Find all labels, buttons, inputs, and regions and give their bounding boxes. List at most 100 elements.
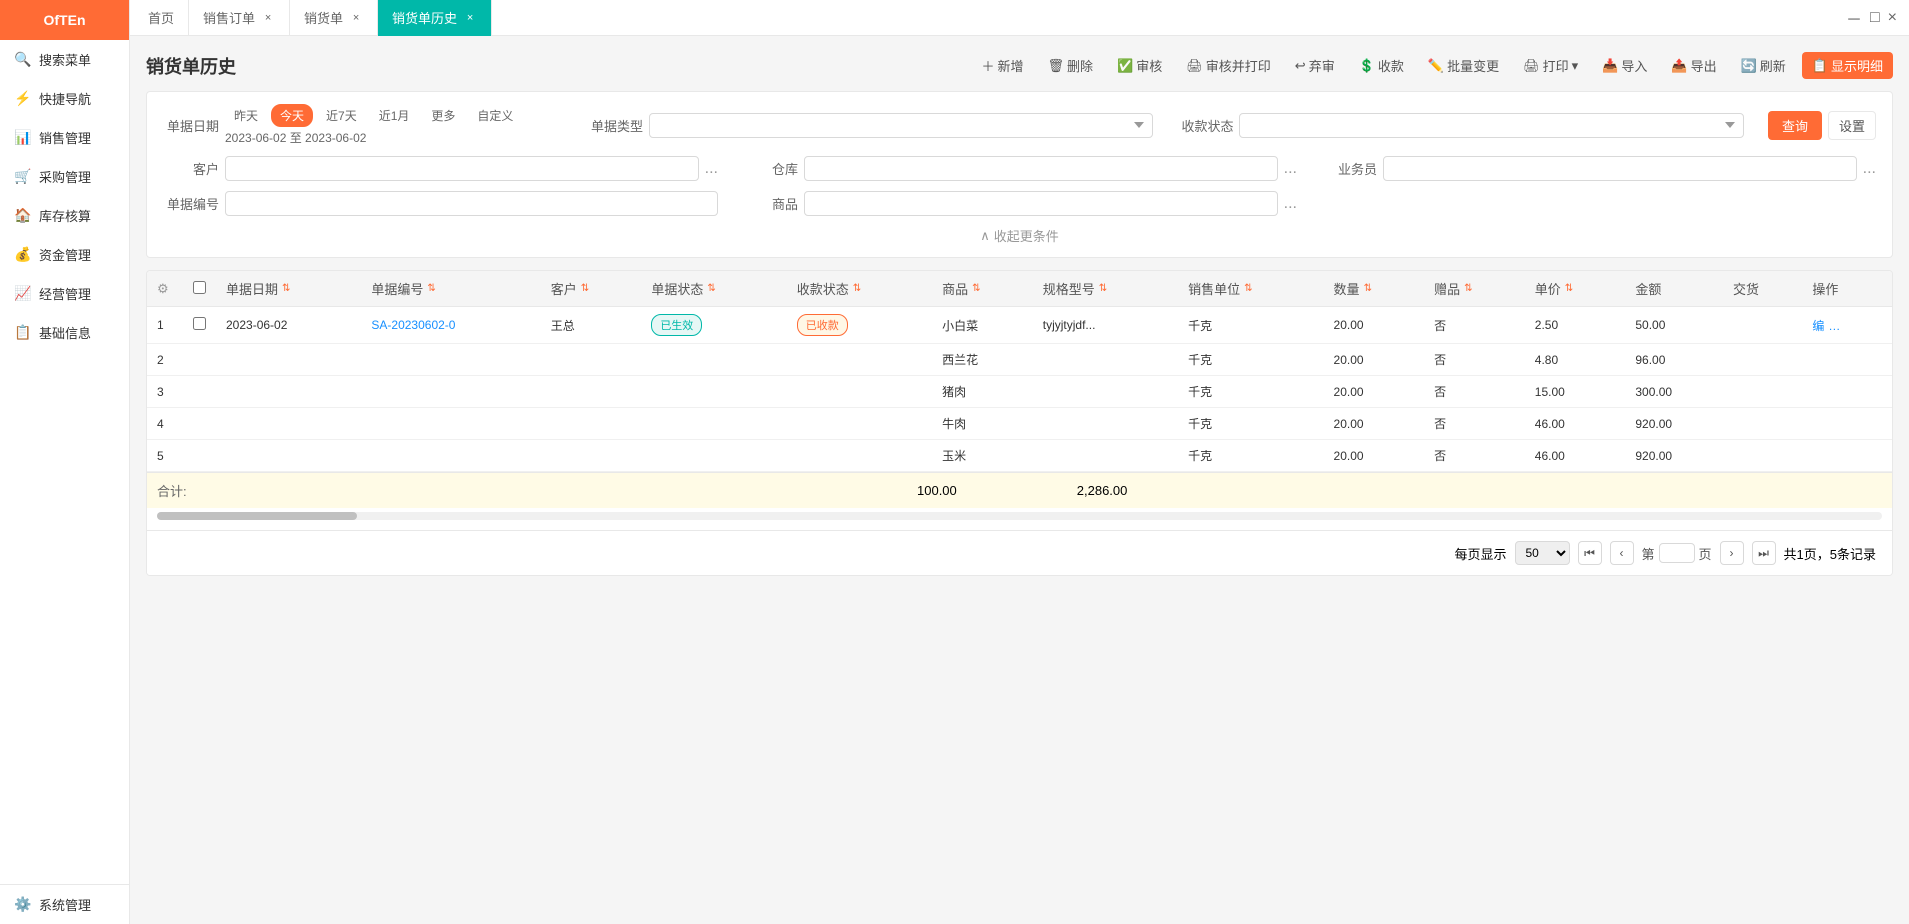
scrollbar-area (147, 512, 1892, 530)
cell-amount: 920.00 (1625, 408, 1723, 440)
sort-pay-status-icon[interactable]: ⇅ (853, 283, 861, 294)
select-all-checkbox[interactable] (193, 281, 206, 294)
cell-qty: 20.00 (1324, 376, 1425, 408)
th-qty: 数量⇅ (1324, 271, 1425, 307)
filter-row-1: 单据日期 昨天 今天 近7天 近1月 更多 自定义 2023-06-02 至 2… (163, 104, 1876, 146)
warehouse-dots[interactable]: ... (1284, 160, 1297, 178)
sort-doc-date-icon[interactable]: ⇅ (282, 283, 290, 294)
sort-spec-icon[interactable]: ⇅ (1099, 283, 1107, 294)
filter-warehouse: 仓库 ... (742, 156, 1297, 181)
pill-today[interactable]: 今天 (271, 104, 313, 127)
th-price-label: 单价 (1535, 279, 1561, 298)
sidebar-item-inventory[interactable]: 🏠 库存核算 (0, 196, 129, 235)
edit-action[interactable]: 编 (1812, 319, 1824, 333)
th-customer: 客户⇅ (541, 271, 642, 307)
show-detail-button[interactable]: 📋 显示明细 (1802, 52, 1893, 79)
close-icon[interactable]: × (1888, 9, 1897, 27)
cell-customer (541, 344, 642, 376)
sort-doc-status-icon[interactable]: ⇅ (707, 283, 715, 294)
salesperson-dots[interactable]: ... (1863, 160, 1876, 178)
sort-price-icon[interactable]: ⇅ (1565, 283, 1573, 294)
tab-sales-history-close[interactable]: × (463, 11, 477, 25)
import-button[interactable]: 📥 导入 (1594, 52, 1655, 79)
horizontal-scrollbar[interactable] (157, 512, 1882, 520)
sort-unit-icon[interactable]: ⇅ (1244, 283, 1252, 294)
query-button[interactable]: 查询 (1768, 111, 1822, 140)
pill-custom[interactable]: 自定义 (468, 104, 522, 127)
collapse-button[interactable]: ∧ 收起更条件 (980, 226, 1059, 245)
abandon-button[interactable]: ↩ 弃审 (1287, 52, 1343, 79)
first-page-button[interactable]: ⏮ (1578, 541, 1602, 565)
minimize-icon[interactable]: － (1846, 6, 1862, 30)
quick-nav-icon: ⚡ (15, 91, 31, 107)
page-number-input[interactable]: 1 (1659, 543, 1695, 563)
sidebar-item-quick-nav[interactable]: ⚡ 快捷导航 (0, 79, 129, 118)
doc-no-input[interactable] (225, 191, 718, 216)
sort-qty-icon[interactable]: ⇅ (1364, 283, 1372, 294)
pill-more[interactable]: 更多 (422, 104, 464, 127)
th-goods: 商品⇅ (932, 271, 1033, 307)
customer-input[interactable] (225, 156, 699, 181)
pill-yesterday[interactable]: 昨天 (225, 104, 267, 127)
pay-status-select[interactable] (1239, 113, 1743, 138)
next-page-button[interactable]: › (1720, 541, 1744, 565)
inventory-icon: 🏠 (15, 208, 31, 224)
sort-customer-icon[interactable]: ⇅ (581, 283, 589, 294)
more-action[interactable]: … (1828, 319, 1840, 333)
tab-sales-delivery-close[interactable]: × (349, 11, 363, 25)
sort-doc-no-icon[interactable]: ⇅ (427, 283, 435, 294)
tab-home[interactable]: 首页 (134, 0, 189, 36)
finance-icon: 💰 (15, 247, 31, 263)
tab-sales-order-close[interactable]: × (261, 11, 275, 25)
audit-print-button[interactable]: 🖨 审核并打印 (1178, 52, 1279, 79)
sidebar-item-sales[interactable]: 📊 销售管理 (0, 118, 129, 157)
collect-button[interactable]: 💲 收款 (1351, 52, 1412, 79)
th-unit: 销售单位⇅ (1178, 271, 1323, 307)
warehouse-input[interactable] (804, 156, 1278, 181)
sidebar-item-label: 资金管理 (39, 245, 91, 264)
pill-1month[interactable]: 近1月 (370, 104, 419, 127)
goods-input[interactable] (804, 191, 1278, 216)
batch-change-button[interactable]: ✏️ 批量变更 (1420, 52, 1507, 79)
doc-type-select[interactable] (649, 113, 1153, 138)
doc-no-link[interactable]: SA-20230602-0 (371, 318, 455, 332)
sort-gift-icon[interactable]: ⇅ (1464, 283, 1472, 294)
cell-action (1802, 440, 1892, 472)
settings-gear-icon[interactable]: ⚙ (157, 281, 169, 296)
cell-price: 46.00 (1525, 440, 1626, 472)
sidebar-item-operations[interactable]: 📈 经营管理 (0, 274, 129, 313)
delete-button[interactable]: 🗑 删除 (1040, 52, 1102, 79)
customer-dots[interactable]: ... (705, 160, 718, 178)
tab-sales-delivery[interactable]: 销货单 × (290, 0, 378, 36)
new-button[interactable]: ＋ 新增 (974, 52, 1032, 79)
tab-sales-history[interactable]: 销货单历史 × (378, 0, 492, 36)
refresh-button[interactable]: 🔄 刷新 (1733, 52, 1794, 79)
page-unit: 页 (1699, 544, 1712, 563)
filter-salesperson: 业务员 ... (1321, 156, 1876, 181)
last-page-button[interactable]: ⏭ (1752, 541, 1776, 565)
sidebar-item-search-menu[interactable]: 🔍 搜索菜单 (0, 40, 129, 79)
audit-button[interactable]: ✅ 审核 (1109, 52, 1170, 79)
sidebar-item-sys[interactable]: ⚙️ 系统管理 (0, 885, 129, 924)
goods-dots[interactable]: ... (1284, 195, 1297, 213)
settings-button[interactable]: 设置 (1828, 111, 1876, 140)
scroll-thumb[interactable] (157, 512, 357, 520)
sidebar-item-finance[interactable]: 💰 资金管理 (0, 235, 129, 274)
pill-7days[interactable]: 近7天 (317, 104, 366, 127)
row-checkbox[interactable] (193, 317, 206, 330)
tab-sales-order[interactable]: 销售订单 × (189, 0, 290, 36)
cell-doc-status (641, 376, 786, 408)
salesperson-input[interactable] (1383, 156, 1857, 181)
batch-change-label: 批量变更 (1447, 56, 1499, 75)
print-button[interactable]: 🖨 打印 ▾ (1515, 52, 1586, 79)
cell-price: 2.50 (1525, 307, 1626, 344)
sort-goods-icon[interactable]: ⇅ (972, 283, 980, 294)
prev-page-button[interactable]: ‹ (1610, 541, 1634, 565)
sidebar-item-purchase[interactable]: 🛒 采购管理 (0, 157, 129, 196)
page-size-select[interactable]: 50 100 200 (1515, 541, 1570, 565)
export-button[interactable]: 📤 导出 (1663, 52, 1724, 79)
refresh-icon: 🔄 (1741, 58, 1757, 74)
th-gift: 赠品⇅ (1424, 271, 1525, 307)
sidebar-item-basic-info[interactable]: 📋 基础信息 (0, 313, 129, 352)
maximize-icon[interactable]: □ (1870, 9, 1880, 27)
